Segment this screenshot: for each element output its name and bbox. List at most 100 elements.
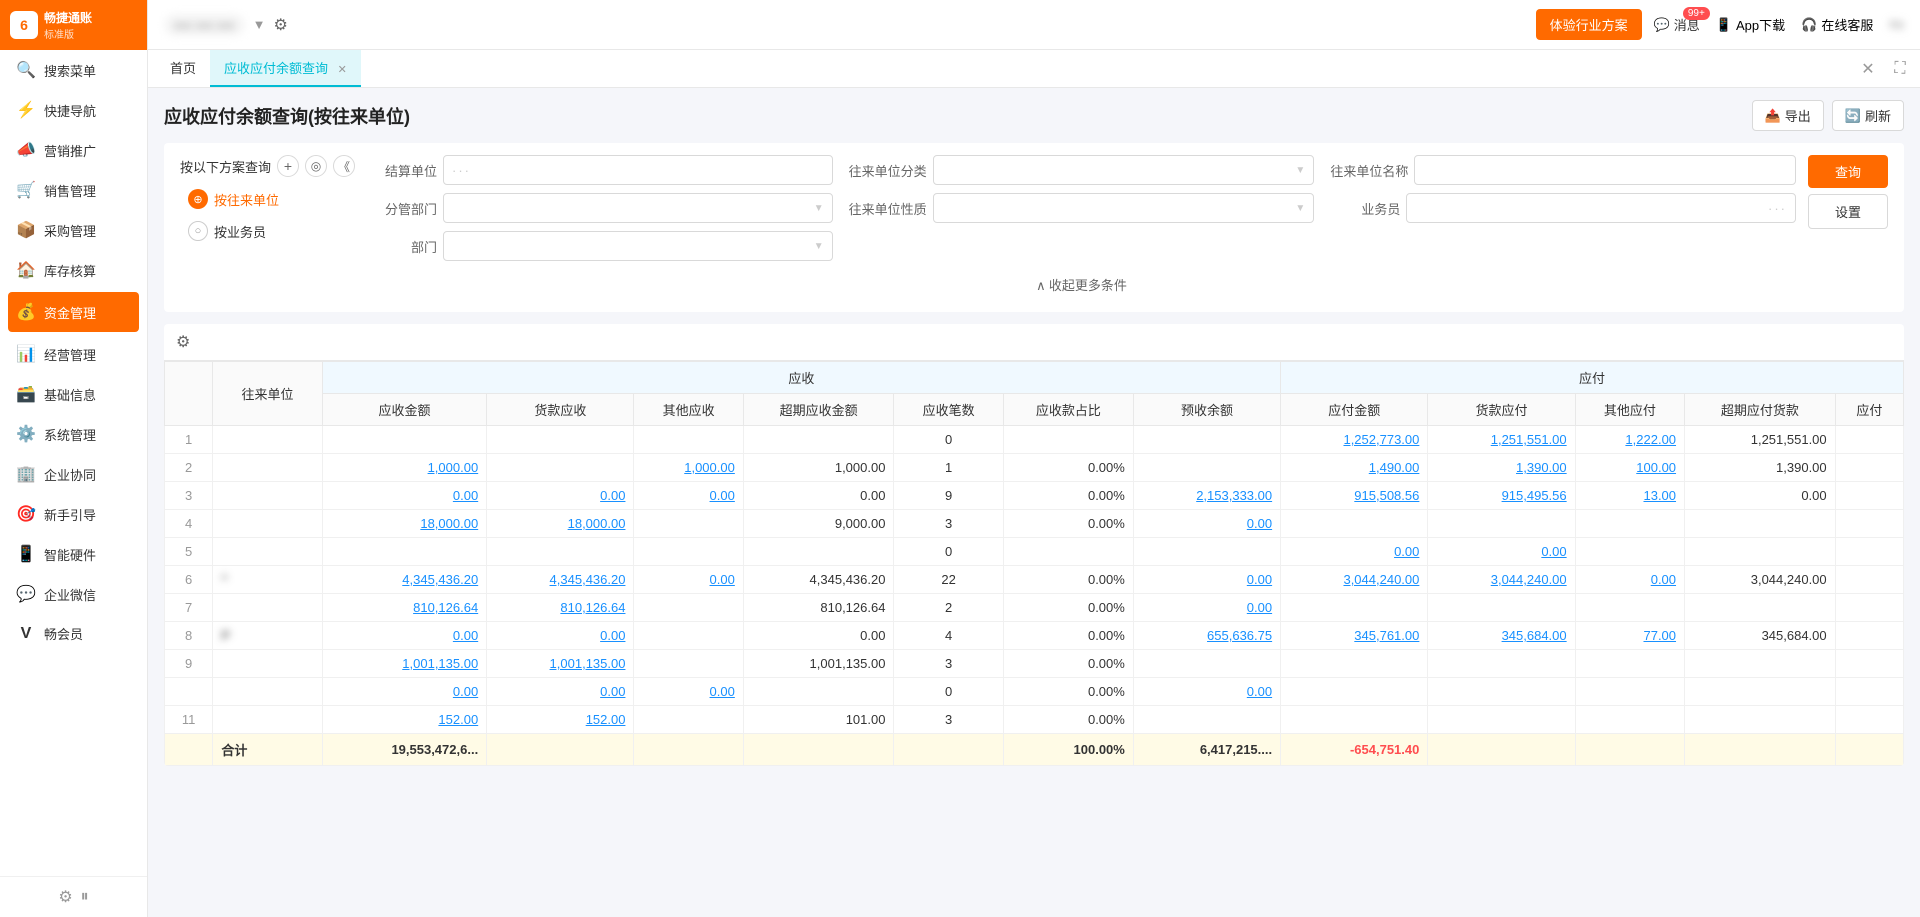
ap-overdue: [1685, 678, 1836, 706]
settings-btn[interactable]: 设置: [1808, 194, 1888, 229]
ar-loan: 0.00: [487, 678, 634, 706]
trial-btn[interactable]: 体验行业方案: [1536, 9, 1642, 40]
sidebar-item-guide[interactable]: 🎯 新手引导: [0, 494, 147, 534]
collapse-label: 收起更多条件: [1049, 278, 1127, 293]
query-btn[interactable]: 查询: [1808, 155, 1888, 188]
ar-overdue: 1,000.00: [743, 454, 894, 482]
ar-other: [634, 538, 743, 566]
total-ar-overdue: [743, 734, 894, 766]
service-icon: 🎧: [1801, 17, 1817, 33]
settlement-unit-input[interactable]: ···: [443, 155, 833, 185]
partner-nature-input[interactable]: ▼: [933, 193, 1315, 223]
ar-amount: 1,000.00: [322, 454, 486, 482]
sidebar-item-wechat[interactable]: 💬 企业微信: [0, 574, 147, 614]
salesman-input[interactable]: ···: [1406, 193, 1796, 223]
field-salesman: 业务员 ···: [1330, 193, 1796, 223]
partner-name: [213, 650, 322, 678]
ap-extra: [1835, 650, 1903, 678]
ar-ratio: 0.00%: [1003, 482, 1133, 510]
sidebar-item-label: 经营管理: [44, 345, 96, 364]
table-toolbar: ⚙: [164, 324, 1904, 361]
ar-overdue: 9,000.00: [743, 510, 894, 538]
app-download-btn[interactable]: 📱 App下载: [1716, 15, 1785, 34]
sidebar-settings-btn[interactable]: ⚙: [58, 887, 72, 907]
ap-loan-link[interactable]: 1,251,551.00: [1491, 432, 1567, 447]
ap-other: 1,222.00: [1575, 426, 1684, 454]
chevron-down-icon: ▼: [1295, 165, 1305, 176]
ar-loan: [487, 538, 634, 566]
message-btn[interactable]: 💬 消息 99+: [1654, 15, 1700, 34]
table-row: 11 152.00 152.00 101.00 3 0.00%: [165, 706, 1904, 734]
sidebar-item-ops[interactable]: 📊 经营管理: [0, 334, 147, 374]
field-label: 结算单位: [367, 161, 437, 180]
ar-count: 0: [894, 538, 1003, 566]
field-partner-name: 往来单位名称: [1330, 155, 1796, 185]
sidebar-item-inventory[interactable]: 🏠 库存核算: [0, 250, 147, 290]
ar-overdue: [743, 426, 894, 454]
collapse-scheme-btn[interactable]: 《: [333, 155, 355, 177]
sidebar-item-quick-nav[interactable]: ⚡ 快捷导航: [0, 90, 147, 130]
sidebar-item-sys-mgmt[interactable]: ⚙️ 系统管理: [0, 414, 147, 454]
marketing-icon: 📣: [16, 140, 36, 160]
sidebar-item-label: 资金管理: [44, 303, 96, 322]
dept-manager-input[interactable]: ▼: [443, 193, 833, 223]
scheme-by-staff[interactable]: ○ 按业务员: [180, 217, 355, 245]
sidebar-item-marketing[interactable]: 📣 营销推广: [0, 130, 147, 170]
col-ar-overdue: 超期应收金额: [743, 394, 894, 426]
scheme-by-unit[interactable]: ⊕ 按往来单位: [180, 185, 355, 213]
col-ap-loan: 货款应付: [1428, 394, 1575, 426]
header-gear-icon[interactable]: ⚙: [274, 15, 288, 35]
row-no: 7: [165, 594, 213, 622]
sidebar-item-member[interactable]: V 畅会员: [0, 614, 147, 653]
member-icon: V: [16, 625, 36, 643]
sidebar-item-purchase[interactable]: 📦 采购管理: [0, 210, 147, 250]
sidebar-item-smart-hw[interactable]: 📱 智能硬件: [0, 534, 147, 574]
refresh-btn[interactable]: 🔄 刷新: [1832, 100, 1904, 131]
tab-close-icon[interactable]: ✕: [338, 64, 347, 76]
add-scheme-btn[interactable]: +: [277, 155, 299, 177]
tab-home[interactable]: 首页: [156, 50, 210, 87]
ap-other-link[interactable]: 1,222.00: [1625, 432, 1676, 447]
ap-loan: 1,251,551.00: [1428, 426, 1575, 454]
sidebar-item-enterprise[interactable]: 🏢 企业协同: [0, 454, 147, 494]
ar-amount: 18,000.00: [322, 510, 486, 538]
partner-category-input[interactable]: ▼: [933, 155, 1315, 185]
data-table-container: ⚙ 往来单位 应收 应付 应收金额 货款应收 其他应收: [164, 324, 1904, 766]
ap-amount: 1,490.00: [1281, 454, 1428, 482]
ar-count: 0: [894, 426, 1003, 454]
ar-ratio: 0.00%: [1003, 454, 1133, 482]
window-close-btn[interactable]: ✕: [1856, 57, 1880, 81]
sidebar-item-finance[interactable]: 💰 资金管理: [8, 292, 139, 332]
ap-amount-link[interactable]: 1,252,773.00: [1343, 432, 1419, 447]
ar-overdue: 0.00: [743, 482, 894, 510]
edit-scheme-btn[interactable]: ◎: [305, 155, 327, 177]
dept-input[interactable]: ▼: [443, 231, 833, 261]
partner-name-input[interactable]: [1414, 155, 1796, 185]
ap-extra: [1835, 482, 1903, 510]
refresh-label: 刷新: [1865, 106, 1891, 125]
ar-loan: 4,345,436.20: [487, 566, 634, 594]
header-chevron-icon[interactable]: ▼: [253, 17, 266, 32]
logo-icon: 6: [10, 11, 38, 39]
ap-loan: 0.00: [1428, 538, 1575, 566]
total-row: 合计 19,553,472,6... 100.00% 6,417,215....…: [165, 734, 1904, 766]
search-label: 按以下方案查询: [180, 157, 271, 176]
online-service-btn[interactable]: 🎧 在线客服: [1801, 15, 1873, 34]
sidebar-item-search-menu[interactable]: 🔍 搜索菜单: [0, 50, 147, 90]
collapse-btn[interactable]: ∧ 收起更多条件: [367, 269, 1796, 300]
table-settings-icon[interactable]: ⚙: [176, 332, 190, 352]
ar-advance: [1133, 650, 1280, 678]
tab-ar-ap[interactable]: 应收应付余额查询 ✕: [210, 50, 361, 87]
field-dept-manager: 分管部门 ▼: [367, 193, 833, 223]
col-ar-loan: 货款应收: [487, 394, 634, 426]
ar-other: 0.00: [634, 678, 743, 706]
ar-amount: [322, 426, 486, 454]
window-maximize-btn[interactable]: ⛶: [1888, 57, 1912, 81]
sidebar-item-sales[interactable]: 🛒 销售管理: [0, 170, 147, 210]
export-btn[interactable]: 📤 导出: [1752, 100, 1824, 131]
total-ar-advance: 6,417,215....: [1133, 734, 1280, 766]
sidebar-menu: 🔍 搜索菜单 ⚡ 快捷导航 📣 营销推广 🛒 销售管理 📦 采购管理 🏠 库存核…: [0, 50, 147, 876]
ar-loan: 0.00: [487, 622, 634, 650]
sidebar-item-base-info[interactable]: 🗃️ 基础信息: [0, 374, 147, 414]
sidebar-collapse-btn[interactable]: ⏸: [81, 888, 89, 906]
